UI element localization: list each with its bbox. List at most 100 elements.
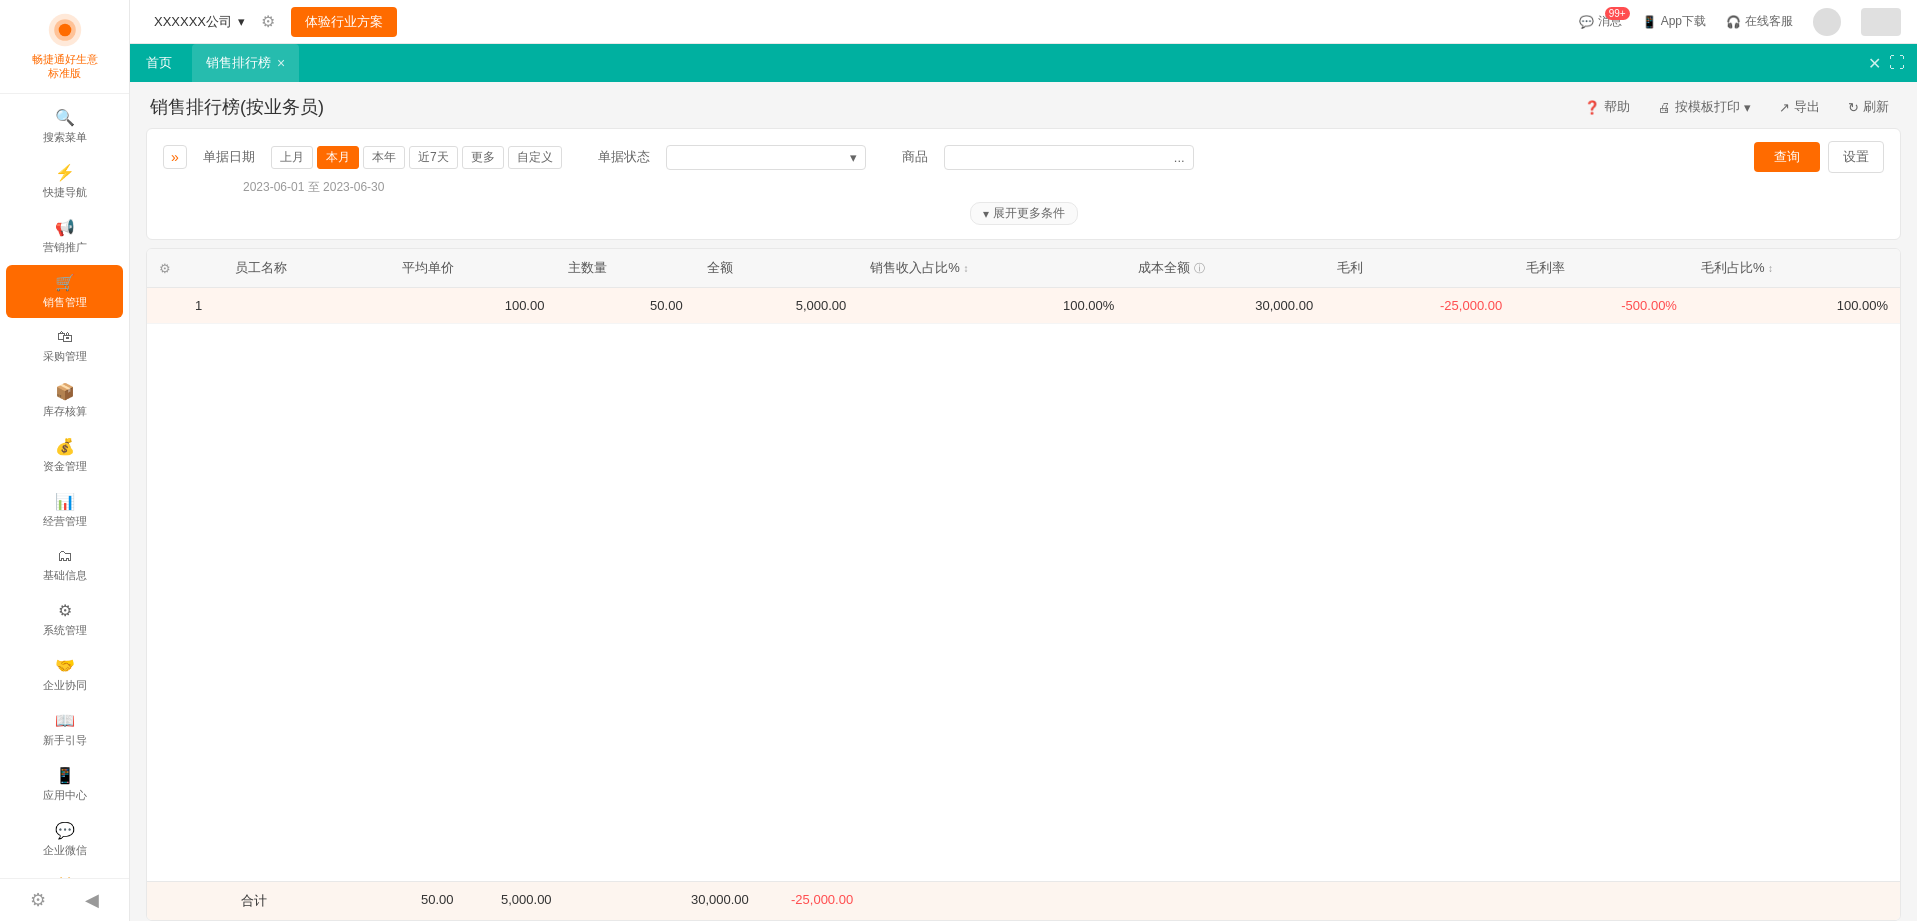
help-icon: ❓ [1584,100,1600,115]
sidebar-item-销售管理[interactable]: 🛒销售管理 [6,265,123,318]
tab-sales-ranking[interactable]: 销售排行榜 × [192,44,299,82]
nav-label: 企业协同 [43,678,87,693]
avatar[interactable] [1813,8,1841,36]
sidebar-item-应用中心[interactable]: 📱应用中心 [6,758,123,811]
date-btn-本月[interactable]: 本月 [317,146,359,169]
nav-label: 应用中心 [43,788,87,803]
date-range-display: 2023-06-01 至 2023-06-30 [243,177,1884,196]
date-range-text: 2023-06-01 至 2023-06-30 [243,180,384,194]
row-gross-pct: 100.00% [1689,288,1900,324]
main-area: XXXXXX公司 ▾ ⚙ 体验行业方案 💬 消息 99+ 📱 App下载 🎧 在… [130,0,1917,921]
footer-label: 合计 [229,892,329,910]
date-btn-自定义[interactable]: 自定义 [508,146,562,169]
row-gross: -25,000.00 [1325,288,1514,324]
chevron-down-icon: ▾ [238,14,245,29]
goods-label: 商品 [902,148,928,166]
trial-button[interactable]: 体验行业方案 [291,7,397,37]
settings-bottom-icon[interactable]: ⚙ [30,889,46,911]
online-service-button[interactable]: 🎧 在线客服 [1726,13,1793,30]
col-gross-pct: 毛利占比% ↕ [1689,249,1900,288]
tab-home[interactable]: 首页 [130,44,188,82]
page-title: 销售排行榜(按业务员) [150,95,324,119]
sidebar-item-资金管理[interactable]: 💰资金管理 [6,429,123,482]
app-download-button[interactable]: 📱 App下载 [1642,13,1706,30]
svg-point-2 [58,24,71,37]
col-gross-rate: 毛利率 [1514,249,1689,288]
sidebar: 畅捷通好生意 标准版 🔍搜索菜单⚡快捷导航📢营销推广🛒销售管理 🛍 采购管理 📦 库存核… [0,0,130,921]
nav-label: 新手引导 [43,733,87,748]
company-settings-icon[interactable]: ⚙ [261,12,275,31]
expand-row: ▾ 展开更多条件 [163,196,1884,227]
nav-icon: 💬 [55,821,75,840]
footer-sales-pct [579,892,679,910]
export-label: 导出 [1794,98,1820,116]
date-btn-更多[interactable]: 更多 [462,146,504,169]
tab-label: 销售排行榜 [206,54,271,72]
sidebar-item-营销推广[interactable]: 📢营销推广 [6,210,123,263]
export-icon: ↗ [1779,100,1790,115]
nav-label: 采购管理 [43,349,87,364]
top-bar-right: 💬 消息 99+ 📱 App下载 🎧 在线客服 [1579,8,1901,36]
company-selector[interactable]: XXXXXX公司 ▾ [146,9,253,35]
sidebar-item-采购管理[interactable]: 🛍 采购管理 [6,320,123,372]
sidebar-item-企业协同[interactable]: 🤝 企业协同 [6,648,123,701]
date-btn-上月[interactable]: 上月 [271,146,313,169]
filter-row-main: » 单据日期 上月本月本年近7天更多自定义 单据状态 ▾ 商品 ... [163,141,1884,173]
sidebar-item-企业微信[interactable]: 💬企业微信 [6,813,123,866]
export-button[interactable]: ↗ 导出 [1771,94,1828,120]
help-button[interactable]: ❓ 帮助 [1576,94,1638,120]
sidebar-item-快捷导航[interactable]: ⚡快捷导航 [6,155,123,208]
date-label: 单据日期 [203,148,255,166]
sidebar-item-系统管理[interactable]: ⚙系统管理 [6,593,123,646]
date-btn-本年[interactable]: 本年 [363,146,405,169]
col-gross: 毛利 [1325,249,1514,288]
footer-amount: 5,000.00 [489,892,579,910]
nav-icon: 🤝 [55,656,75,675]
tab-close-icon[interactable]: × [277,55,285,71]
filter-toggle-button[interactable]: » [163,145,187,169]
headset-icon: 🎧 [1726,15,1741,29]
table-container: ⚙ 员工名称 平均单价 主数量 全额 销售收入占比% ↕ 成本全额 ⓘ 毛利 毛… [146,248,1901,921]
col-settings[interactable]: ⚙ [147,249,183,288]
goods-more-icon: ... [1174,150,1185,165]
nav-icon: 🛍 [57,328,73,346]
row-cost: 30,000.00 [1126,288,1325,324]
close-window-icon[interactable]: ✕ [1868,54,1881,73]
footer-empty2 [189,892,229,910]
nav-label: 快捷导航 [43,185,87,200]
sidebar-item-新手引导[interactable]: 📖新手引导 [6,703,123,756]
print-icon: 🖨 [1658,100,1671,115]
logo-text: 畅捷通好生意 标准版 [32,52,98,81]
goods-input[interactable]: ... [944,145,1194,170]
message-button[interactable]: 💬 消息 99+ [1579,13,1622,30]
refresh-button[interactable]: ↻ 刷新 [1840,94,1897,120]
date-btn-近7天[interactable]: 近7天 [409,146,458,169]
expand-button[interactable]: ▾ 展开更多条件 [970,202,1078,225]
phone-icon: 📱 [1642,15,1657,29]
query-button[interactable]: 查询 [1754,142,1820,172]
sidebar-item-经营管理[interactable]: 📊经营管理 [6,484,123,537]
status-select[interactable]: ▾ [666,145,866,170]
row-settings [147,288,183,324]
sidebar-item-搜索菜单[interactable]: 🔍搜索菜单 [6,100,123,153]
nav-label: 库存核算 [43,404,87,419]
restore-window-icon[interactable]: ⛶ [1889,54,1905,72]
collapse-icon[interactable]: ◀ [85,889,99,911]
table-footer: 合计 50.00 5,000.00 30,000.00 -25,000.00 [147,881,1900,920]
sidebar-item-基础信息[interactable]: 🗂基础信息 [6,539,123,591]
user-name-area [1861,8,1901,36]
settings-button[interactable]: 设置 [1828,141,1884,173]
sidebar-bottom: ⚙ ◀ [0,878,129,921]
logo-area: 畅捷通好生意 标准版 [0,0,129,94]
sidebar-item-畅会员[interactable]: 👑畅会员 [6,868,123,878]
company-name: XXXXXX公司 [154,13,232,31]
col-amount: 全额 [695,249,859,288]
app-download-label: App下载 [1661,13,1706,30]
filter-action-area: 查询 设置 [1754,141,1884,173]
logo-icon [47,12,83,48]
print-button[interactable]: 🖨 按模板打印 ▾ [1650,94,1759,120]
nav-icon: 📊 [55,492,75,511]
nav-icon: 📦 [55,382,75,401]
nav-label: 销售管理 [43,295,87,310]
sidebar-item-库存核算[interactable]: 📦 库存核算 [6,374,123,427]
